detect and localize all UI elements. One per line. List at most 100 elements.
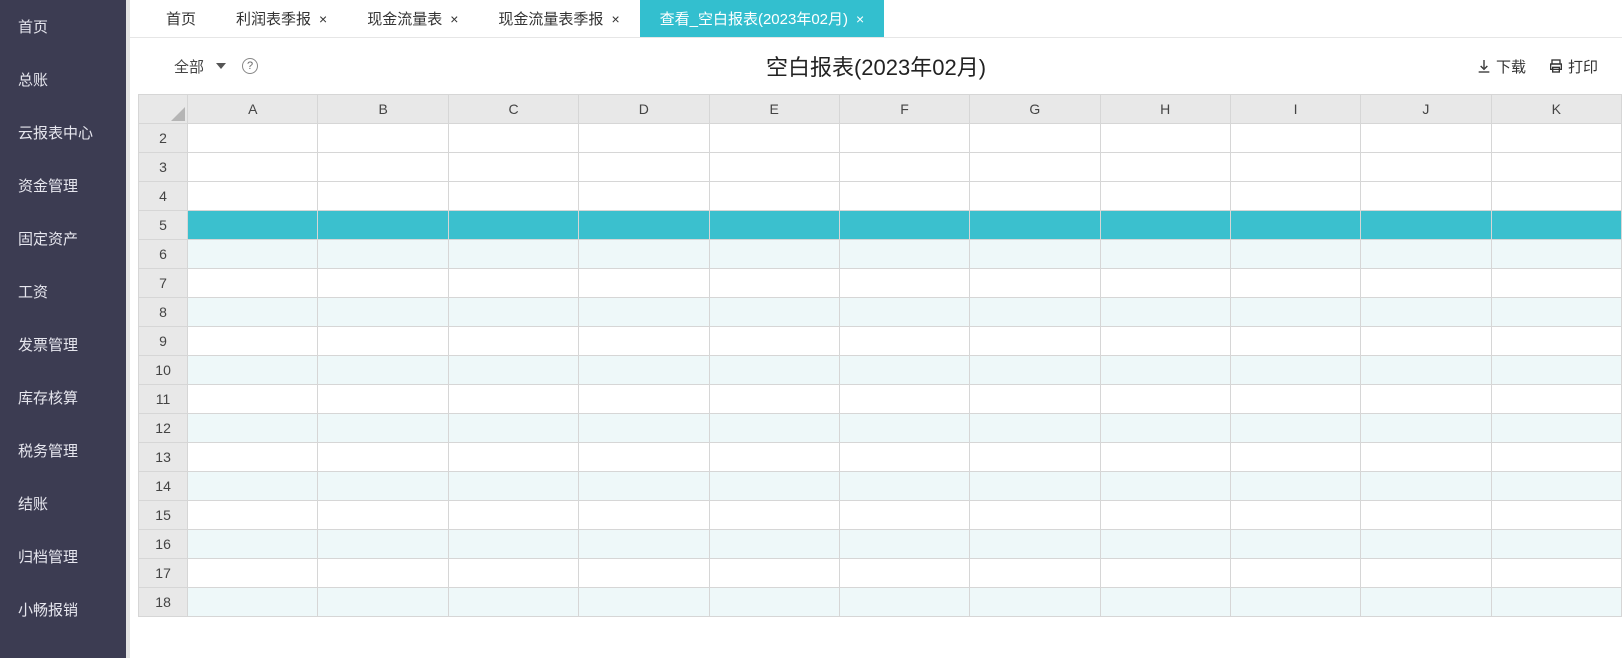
cell-E10[interactable] <box>709 356 839 385</box>
row-header-2[interactable]: 2 <box>139 124 188 153</box>
row-header-5[interactable]: 5 <box>139 211 188 240</box>
cell-B10[interactable] <box>318 356 448 385</box>
column-header-G[interactable]: G <box>970 95 1100 124</box>
cell-C6[interactable] <box>448 240 578 269</box>
cell-F10[interactable] <box>839 356 969 385</box>
cell-K7[interactable] <box>1491 269 1621 298</box>
cell-A3[interactable] <box>188 153 318 182</box>
cell-I13[interactable] <box>1230 443 1360 472</box>
row-header-14[interactable]: 14 <box>139 472 188 501</box>
cell-I9[interactable] <box>1230 327 1360 356</box>
cell-F11[interactable] <box>839 385 969 414</box>
cell-I5[interactable] <box>1230 211 1360 240</box>
cell-H14[interactable] <box>1100 472 1230 501</box>
row-header-17[interactable]: 17 <box>139 559 188 588</box>
cell-D17[interactable] <box>579 559 709 588</box>
sidebar-item-0[interactable]: 首页 <box>0 0 126 53</box>
column-header-D[interactable]: D <box>579 95 709 124</box>
cell-J17[interactable] <box>1361 559 1491 588</box>
cell-B17[interactable] <box>318 559 448 588</box>
row-header-15[interactable]: 15 <box>139 501 188 530</box>
cell-J7[interactable] <box>1361 269 1491 298</box>
column-header-C[interactable]: C <box>448 95 578 124</box>
cell-D10[interactable] <box>579 356 709 385</box>
cell-J18[interactable] <box>1361 588 1491 617</box>
cell-D18[interactable] <box>579 588 709 617</box>
close-icon[interactable]: × <box>319 12 327 26</box>
cell-B16[interactable] <box>318 530 448 559</box>
cell-I16[interactable] <box>1230 530 1360 559</box>
cell-D16[interactable] <box>579 530 709 559</box>
row-header-6[interactable]: 6 <box>139 240 188 269</box>
column-header-H[interactable]: H <box>1100 95 1230 124</box>
cell-C2[interactable] <box>448 124 578 153</box>
row-header-3[interactable]: 3 <box>139 153 188 182</box>
cell-E6[interactable] <box>709 240 839 269</box>
cell-H2[interactable] <box>1100 124 1230 153</box>
cell-I2[interactable] <box>1230 124 1360 153</box>
cell-D5[interactable] <box>579 211 709 240</box>
cell-B3[interactable] <box>318 153 448 182</box>
cell-E7[interactable] <box>709 269 839 298</box>
cell-C15[interactable] <box>448 501 578 530</box>
filter-dropdown[interactable]: 全部 ? <box>154 56 258 77</box>
cell-B12[interactable] <box>318 414 448 443</box>
cell-G17[interactable] <box>970 559 1100 588</box>
download-button[interactable]: 下载 <box>1476 56 1526 77</box>
sidebar-item-2[interactable]: 云报表中心 <box>0 106 126 159</box>
cell-G2[interactable] <box>970 124 1100 153</box>
cell-A2[interactable] <box>188 124 318 153</box>
row-header-18[interactable]: 18 <box>139 588 188 617</box>
cell-A5[interactable] <box>188 211 318 240</box>
cell-G10[interactable] <box>970 356 1100 385</box>
row-header-9[interactable]: 9 <box>139 327 188 356</box>
cell-J6[interactable] <box>1361 240 1491 269</box>
cell-C8[interactable] <box>448 298 578 327</box>
cell-G9[interactable] <box>970 327 1100 356</box>
cell-I10[interactable] <box>1230 356 1360 385</box>
cell-D9[interactable] <box>579 327 709 356</box>
cell-H17[interactable] <box>1100 559 1230 588</box>
cell-A11[interactable] <box>188 385 318 414</box>
cell-C5[interactable] <box>448 211 578 240</box>
cell-F6[interactable] <box>839 240 969 269</box>
cell-H9[interactable] <box>1100 327 1230 356</box>
cell-A10[interactable] <box>188 356 318 385</box>
cell-I6[interactable] <box>1230 240 1360 269</box>
cell-F5[interactable] <box>839 211 969 240</box>
sidebar-item-5[interactable]: 工资 <box>0 265 126 318</box>
cell-A8[interactable] <box>188 298 318 327</box>
cell-I3[interactable] <box>1230 153 1360 182</box>
cell-D14[interactable] <box>579 472 709 501</box>
cell-K3[interactable] <box>1491 153 1621 182</box>
close-icon[interactable]: × <box>611 12 619 26</box>
cell-F12[interactable] <box>839 414 969 443</box>
cell-K14[interactable] <box>1491 472 1621 501</box>
cell-G16[interactable] <box>970 530 1100 559</box>
cell-B15[interactable] <box>318 501 448 530</box>
cell-G12[interactable] <box>970 414 1100 443</box>
cell-C16[interactable] <box>448 530 578 559</box>
cell-J8[interactable] <box>1361 298 1491 327</box>
cell-H11[interactable] <box>1100 385 1230 414</box>
sidebar-item-8[interactable]: 税务管理 <box>0 424 126 477</box>
column-header-F[interactable]: F <box>839 95 969 124</box>
cell-H16[interactable] <box>1100 530 1230 559</box>
cell-B6[interactable] <box>318 240 448 269</box>
row-header-8[interactable]: 8 <box>139 298 188 327</box>
cell-H8[interactable] <box>1100 298 1230 327</box>
sidebar-item-3[interactable]: 资金管理 <box>0 159 126 212</box>
cell-H12[interactable] <box>1100 414 1230 443</box>
cell-B11[interactable] <box>318 385 448 414</box>
cell-D8[interactable] <box>579 298 709 327</box>
cell-E15[interactable] <box>709 501 839 530</box>
column-header-J[interactable]: J <box>1361 95 1491 124</box>
cell-H6[interactable] <box>1100 240 1230 269</box>
cell-K4[interactable] <box>1491 182 1621 211</box>
cell-C14[interactable] <box>448 472 578 501</box>
cell-I15[interactable] <box>1230 501 1360 530</box>
cell-E11[interactable] <box>709 385 839 414</box>
sidebar-item-10[interactable]: 归档管理 <box>0 530 126 583</box>
cell-J13[interactable] <box>1361 443 1491 472</box>
cell-J14[interactable] <box>1361 472 1491 501</box>
